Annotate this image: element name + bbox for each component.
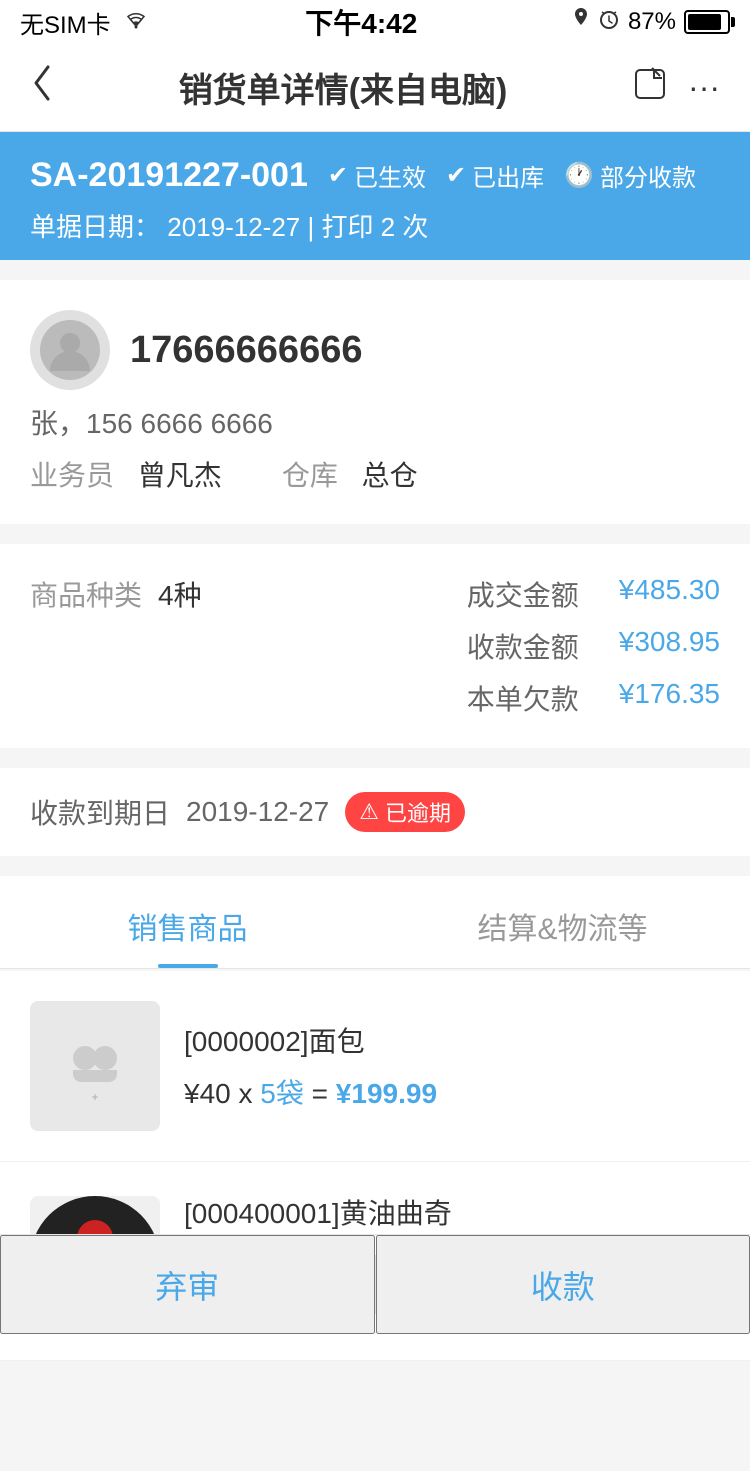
tab-settlement[interactable]: 结算&物流等 (375, 876, 750, 968)
battery-icon (684, 10, 730, 34)
order-id-row: SA-20191227-001 ✔ 已生效 ✔ 已出库 🕐 部分收款 (30, 156, 720, 195)
due-date-value: 2019-12-27 (186, 796, 329, 828)
clock-icon: 🕐 (564, 161, 594, 190)
bottom-action-bar: 弃审 收款 (0, 1234, 750, 1334)
owed-row: 本单欠款 ¥176.35 (467, 678, 720, 718)
carrier-label: 无SIM卡 (20, 5, 111, 40)
status-bar-time: 下午4:42 (305, 2, 417, 42)
summary-section: 商品种类 4种 成交金额 ¥485.30 收款金额 ¥308.95 本单欠款 ¥… (0, 544, 750, 748)
product-price-1: ¥40 x 5袋 = ¥199.99 (184, 1072, 720, 1112)
sales-rep-section: 业务员 曾凡杰 (30, 454, 222, 494)
total-amount-row: 成交金额 ¥485.30 (467, 574, 720, 614)
check-icon-2: ✔ (446, 161, 466, 190)
table-row: + [0000002]面包 ¥40 x 5袋 = ¥199.99 (0, 971, 750, 1162)
product-thumbnail-1: + (30, 1001, 160, 1131)
warehouse-section: 仓库 总仓 (282, 454, 418, 494)
confirm-button[interactable]: 收款 (376, 1235, 750, 1334)
status-bar-left: 无SIM卡 (20, 5, 151, 40)
product-info-1: [0000002]面包 ¥40 x 5袋 = ¥199.99 (184, 1020, 720, 1112)
summary-left: 商品种类 4种 (30, 574, 202, 718)
order-id: SA-20191227-001 (30, 156, 308, 195)
customer-name-info: 张，156 6666 6666 (30, 402, 720, 442)
overdue-badge: ⚠ 已逾期 (345, 792, 465, 832)
overdue-label: 已逾期 (385, 796, 451, 828)
tab-products[interactable]: 销售商品 (0, 876, 375, 968)
nav-actions: ··· (632, 66, 720, 110)
product-name-1: [0000002]面包 (184, 1020, 720, 1060)
due-section: 收款到期日 2019-12-27 ⚠ 已逾期 (0, 768, 750, 856)
avatar (30, 310, 110, 390)
status-bar: 无SIM卡 下午4:42 87% (0, 0, 750, 44)
order-date-row: 单据日期： 2019-12-27 | 打印 2 次 (30, 207, 720, 244)
product-name-2: [000400001]黄油曲奇 (184, 1192, 720, 1232)
status-badge-3: 🕐 部分收款 (564, 158, 696, 193)
customer-detail-row: 业务员 曾凡杰 仓库 总仓 (30, 454, 720, 494)
battery-percentage: 87% (628, 8, 676, 36)
tabs-section: 销售商品 结算&物流等 (0, 876, 750, 969)
check-icon-1: ✔ (328, 161, 348, 190)
alarm-icon (598, 8, 620, 37)
overdue-icon: ⚠ (359, 799, 379, 825)
product-types-item: 商品种类 4种 (30, 574, 202, 614)
share-icon[interactable] (632, 66, 668, 110)
received-row: 收款金额 ¥308.95 (467, 626, 720, 666)
order-banner: SA-20191227-001 ✔ 已生效 ✔ 已出库 🕐 部分收款 单据日期：… (0, 132, 750, 260)
page-title: 销货单详情(来自电脑) (179, 63, 508, 112)
more-icon[interactable]: ··· (688, 69, 720, 106)
summary-right: 成交金额 ¥485.30 收款金额 ¥308.95 本单欠款 ¥176.35 (467, 574, 720, 718)
wifi-icon (121, 8, 151, 37)
status-badge-1: ✔ 已生效 (328, 158, 426, 193)
cancel-button[interactable]: 弃审 (0, 1235, 375, 1334)
svg-text:+: + (91, 1090, 98, 1104)
warehouse-value: 总仓 (362, 460, 418, 491)
customer-phone: 17666666666 (130, 329, 362, 372)
sales-rep-value: 曾凡杰 (138, 460, 222, 491)
back-button[interactable] (30, 63, 54, 112)
customer-main: 17666666666 (30, 310, 720, 390)
due-date-label: 收款到期日 (30, 792, 170, 832)
customer-section: 17666666666 张，156 6666 6666 业务员 曾凡杰 仓库 总… (0, 280, 750, 524)
location-icon (572, 8, 590, 37)
nav-bar: 销货单详情(来自电脑) ··· (0, 44, 750, 132)
tabs-row: 销售商品 结算&物流等 (0, 876, 750, 968)
status-badge-2: ✔ 已出库 (446, 158, 544, 193)
status-bar-right: 87% (572, 8, 730, 37)
